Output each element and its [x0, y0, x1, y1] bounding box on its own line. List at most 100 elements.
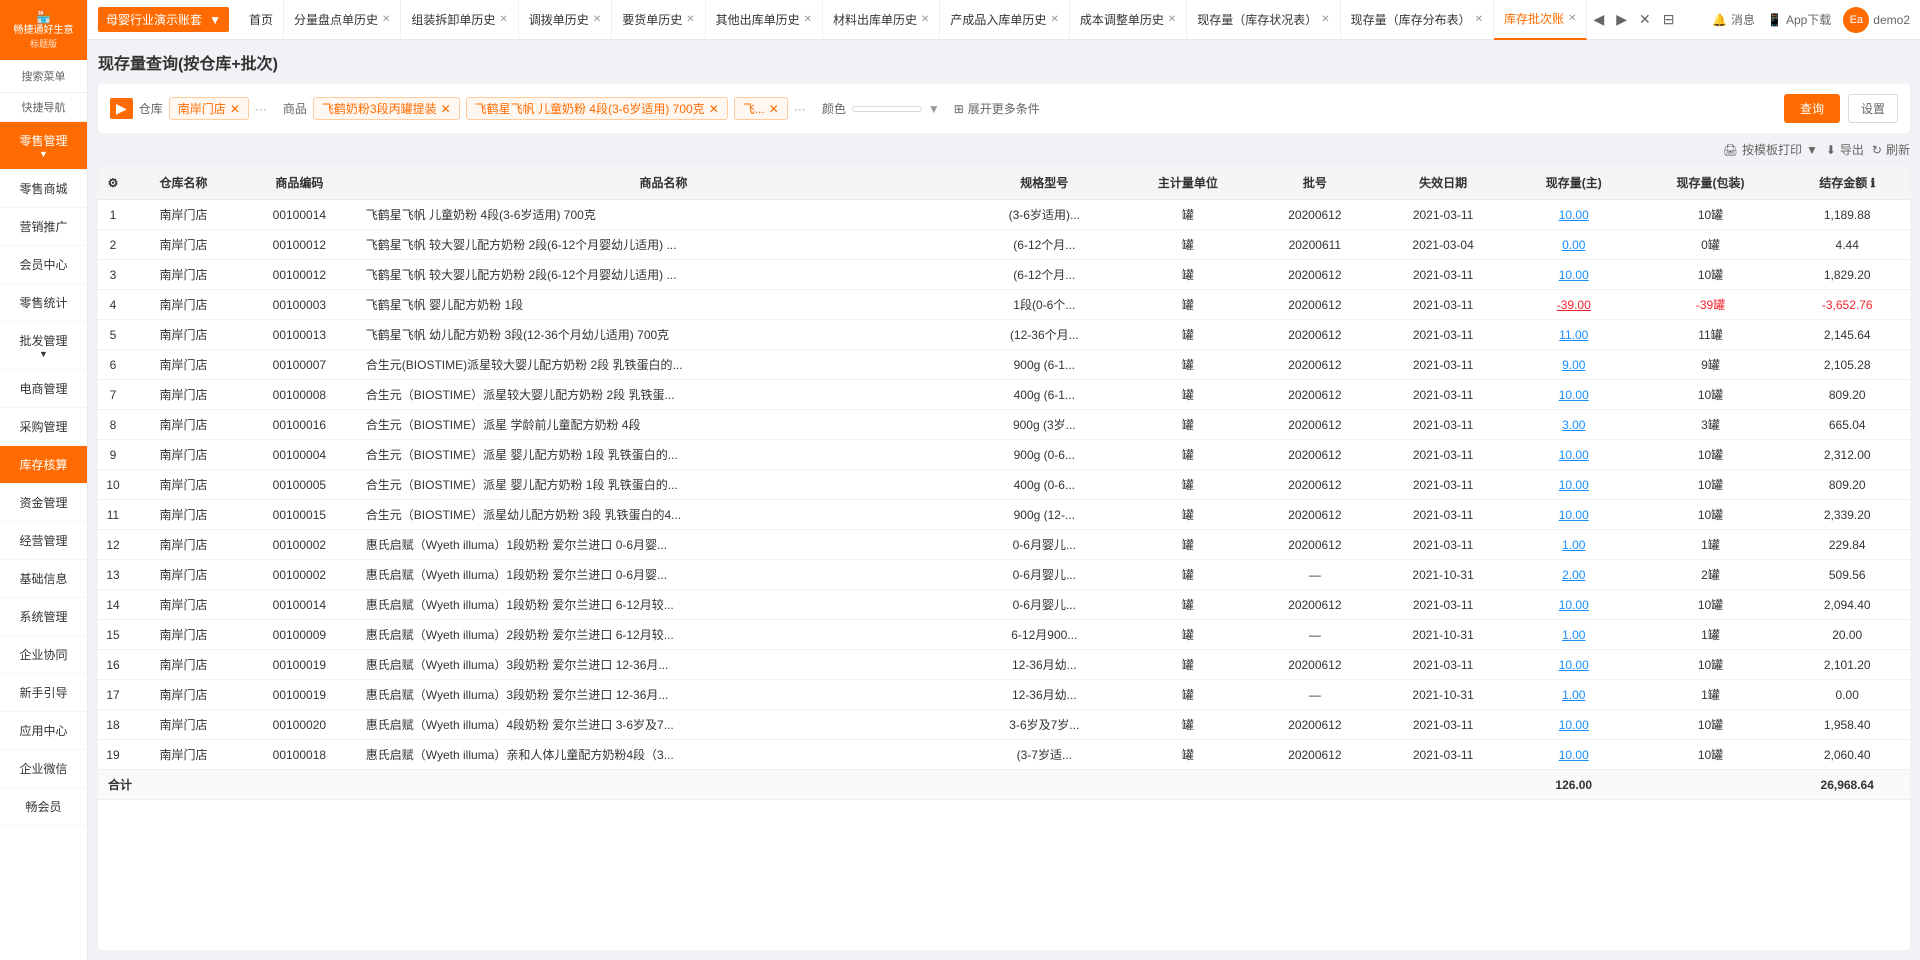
tab-product-in[interactable]: 产成品入库单历史 ✕ [940, 0, 1069, 40]
row-code: 00100005 [239, 470, 360, 500]
sidebar-item-wecom[interactable]: 企业微信 [0, 750, 87, 788]
sidebar-item-retail-shop[interactable]: 零售商城 [0, 170, 87, 208]
sidebar-item-apps[interactable]: 应用中心 [0, 712, 87, 750]
row-stock[interactable]: 10.00 [1511, 200, 1637, 230]
sidebar-item-finance[interactable]: 资金管理 [0, 484, 87, 522]
row-stock[interactable]: 11.00 [1511, 320, 1637, 350]
expand-more-btn[interactable]: ⊞ 展开更多条件 [954, 100, 1040, 117]
sidebar-logo[interactable]: 🏪 畅捷通好生意 标题版 [0, 0, 87, 60]
tag-close-icon[interactable]: ✕ [230, 102, 240, 116]
tab-close-icon[interactable]: ✕ [499, 14, 507, 25]
tab-close-icon[interactable]: ✕ [593, 14, 601, 25]
product-more-icon[interactable]: ··· [794, 102, 806, 116]
sidebar-quicknav[interactable]: 快捷导航 [0, 93, 87, 122]
row-amount: 2,060.40 [1784, 740, 1910, 770]
tab-close-icon[interactable]: ✕ [1168, 14, 1176, 25]
message-btn[interactable]: 🔔 消息 [1712, 11, 1755, 28]
product-filter-tag-2[interactable]: 飞鹤星飞帆 儿童奶粉 4段(3-6岁适用) 700克 ✕ [466, 97, 728, 120]
tag-close-icon[interactable]: ✕ [441, 102, 451, 116]
tab-assemble[interactable]: 组装拆卸单历史 ✕ [401, 0, 518, 40]
sidebar-search[interactable]: 搜索菜单 [0, 60, 87, 93]
row-package: 10罐 [1637, 740, 1785, 770]
tab-other-out[interactable]: 其他出库单历史 ✕ [706, 0, 823, 40]
row-stock[interactable]: 10.00 [1511, 710, 1637, 740]
row-no: 1 [98, 200, 128, 230]
tab-more-btn[interactable]: ⊟ [1657, 11, 1681, 28]
tab-close-all-btn[interactable]: ✕ [1633, 11, 1657, 28]
sidebar-item-system[interactable]: 系统管理 [0, 598, 87, 636]
tab-cost-adjust[interactable]: 成本调整单历史 ✕ [1070, 0, 1187, 40]
sidebar-item-wholesale[interactable]: 批发管理 ▼ [0, 322, 87, 370]
row-package: 10罐 [1637, 380, 1785, 410]
sidebar-item-inventory[interactable]: 库存核算 [0, 446, 87, 484]
row-stock[interactable]: 3.00 [1511, 410, 1637, 440]
product-filter-tag-3[interactable]: 飞... ✕ [734, 97, 788, 120]
tab-prev-btn[interactable]: ◀ [1587, 11, 1610, 28]
tab-stock-dist[interactable]: 现存量（库存分布表） ✕ [1341, 0, 1494, 40]
row-stock[interactable]: 10.00 [1511, 380, 1637, 410]
row-stock[interactable]: 10.00 [1511, 590, 1637, 620]
warehouse-more-icon[interactable]: ··· [255, 102, 267, 116]
sidebar-item-basic[interactable]: 基础信息 [0, 560, 87, 598]
row-name: 惠氏启赋（Wyeth illuma）2段奶粉 爱尔兰进口 6-12月较... [360, 620, 968, 650]
sidebar-item-purchase[interactable]: 采购管理 [0, 408, 87, 446]
row-code: 00100018 [239, 740, 360, 770]
product-filter-tag-1[interactable]: 飞鹤奶粉3段丙罐提装 ✕ [313, 97, 460, 120]
tab-material-out[interactable]: 材料出库单历史 ✕ [823, 0, 940, 40]
tag-close-icon[interactable]: ✕ [769, 102, 779, 116]
row-stock[interactable]: 10.00 [1511, 500, 1637, 530]
tab-close-icon[interactable]: ✕ [1321, 14, 1329, 25]
setting-button[interactable]: 设置 [1848, 94, 1898, 123]
export-btn[interactable]: ⬇ 导出 [1826, 141, 1864, 158]
sidebar-item-vip[interactable]: 畅会员 [0, 788, 87, 826]
refresh-btn[interactable]: ↻ 刷新 [1872, 141, 1910, 158]
tab-close-icon[interactable]: ✕ [804, 14, 812, 25]
row-stock[interactable]: 2.00 [1511, 560, 1637, 590]
row-stock[interactable]: 9.00 [1511, 350, 1637, 380]
tab-close-icon[interactable]: ✕ [1475, 14, 1483, 25]
tab-requisition[interactable]: 要货单历史 ✕ [612, 0, 705, 40]
tab-stock-status[interactable]: 现存量（库存状况表） ✕ [1187, 0, 1340, 40]
row-stock[interactable]: 10.00 [1511, 740, 1637, 770]
tab-next-btn[interactable]: ▶ [1610, 11, 1633, 28]
sidebar-item-guide[interactable]: 新手引导 [0, 674, 87, 712]
tab-close-icon[interactable]: ✕ [382, 14, 390, 25]
app-download-btn[interactable]: 📱 App下载 [1767, 11, 1831, 28]
nav-breadcrumb[interactable]: 母婴行业演示账套 ▼ [98, 7, 229, 32]
row-stock[interactable]: 1.00 [1511, 680, 1637, 710]
warehouse-filter-tag[interactable]: 南岸门店 ✕ [169, 97, 249, 120]
sidebar-item-retail-stats[interactable]: 零售统计 [0, 284, 87, 322]
row-stock[interactable]: 10.00 [1511, 650, 1637, 680]
row-stock[interactable]: 1.00 [1511, 530, 1637, 560]
sidebar-item-operation[interactable]: 经营管理 [0, 522, 87, 560]
row-stock[interactable]: -39.00 [1511, 290, 1637, 320]
search-button[interactable]: 查询 [1784, 94, 1840, 123]
color-input[interactable] [852, 106, 922, 112]
sidebar-item-collab[interactable]: 企业协同 [0, 636, 87, 674]
color-dropdown-icon[interactable]: ▼ [928, 102, 940, 116]
tab-close-icon[interactable]: ✕ [1050, 14, 1058, 25]
row-stock[interactable]: 10.00 [1511, 470, 1637, 500]
tab-batch-account[interactable]: 库存批次账 ✕ [1494, 0, 1587, 40]
sidebar-item-marketing[interactable]: 营销推广 [0, 208, 87, 246]
sidebar-item-ecommerce[interactable]: 电商管理 [0, 370, 87, 408]
row-package: 11罐 [1637, 320, 1785, 350]
tab-close-icon[interactable]: ✕ [686, 14, 694, 25]
tab-transfer[interactable]: 调拨单历史 ✕ [519, 0, 612, 40]
row-stock[interactable]: 10.00 [1511, 440, 1637, 470]
sidebar-item-retail[interactable]: 零售管理 ▼ [0, 122, 87, 170]
sidebar-item-member[interactable]: 会员中心 [0, 246, 87, 284]
print-btn[interactable]: 🖨 按模板打印 ▼ [1723, 141, 1818, 158]
expand-arrow-btn[interactable]: ▶ [110, 98, 133, 119]
tab-close-icon[interactable]: ✕ [1568, 13, 1576, 24]
col-settings[interactable]: ⚙ [98, 166, 128, 200]
row-stock[interactable]: 10.00 [1511, 260, 1637, 290]
tab-home[interactable]: 首页 [239, 0, 284, 40]
user-menu[interactable]: Ea demo2 [1843, 7, 1910, 33]
row-warehouse: 南岸门店 [128, 440, 239, 470]
row-stock[interactable]: 0.00 [1511, 230, 1637, 260]
tab-close-icon[interactable]: ✕ [921, 14, 929, 25]
row-stock[interactable]: 1.00 [1511, 620, 1637, 650]
tab-inventory-count[interactable]: 分量盘点单历史 ✕ [284, 0, 401, 40]
tag-close-icon[interactable]: ✕ [709, 102, 719, 116]
